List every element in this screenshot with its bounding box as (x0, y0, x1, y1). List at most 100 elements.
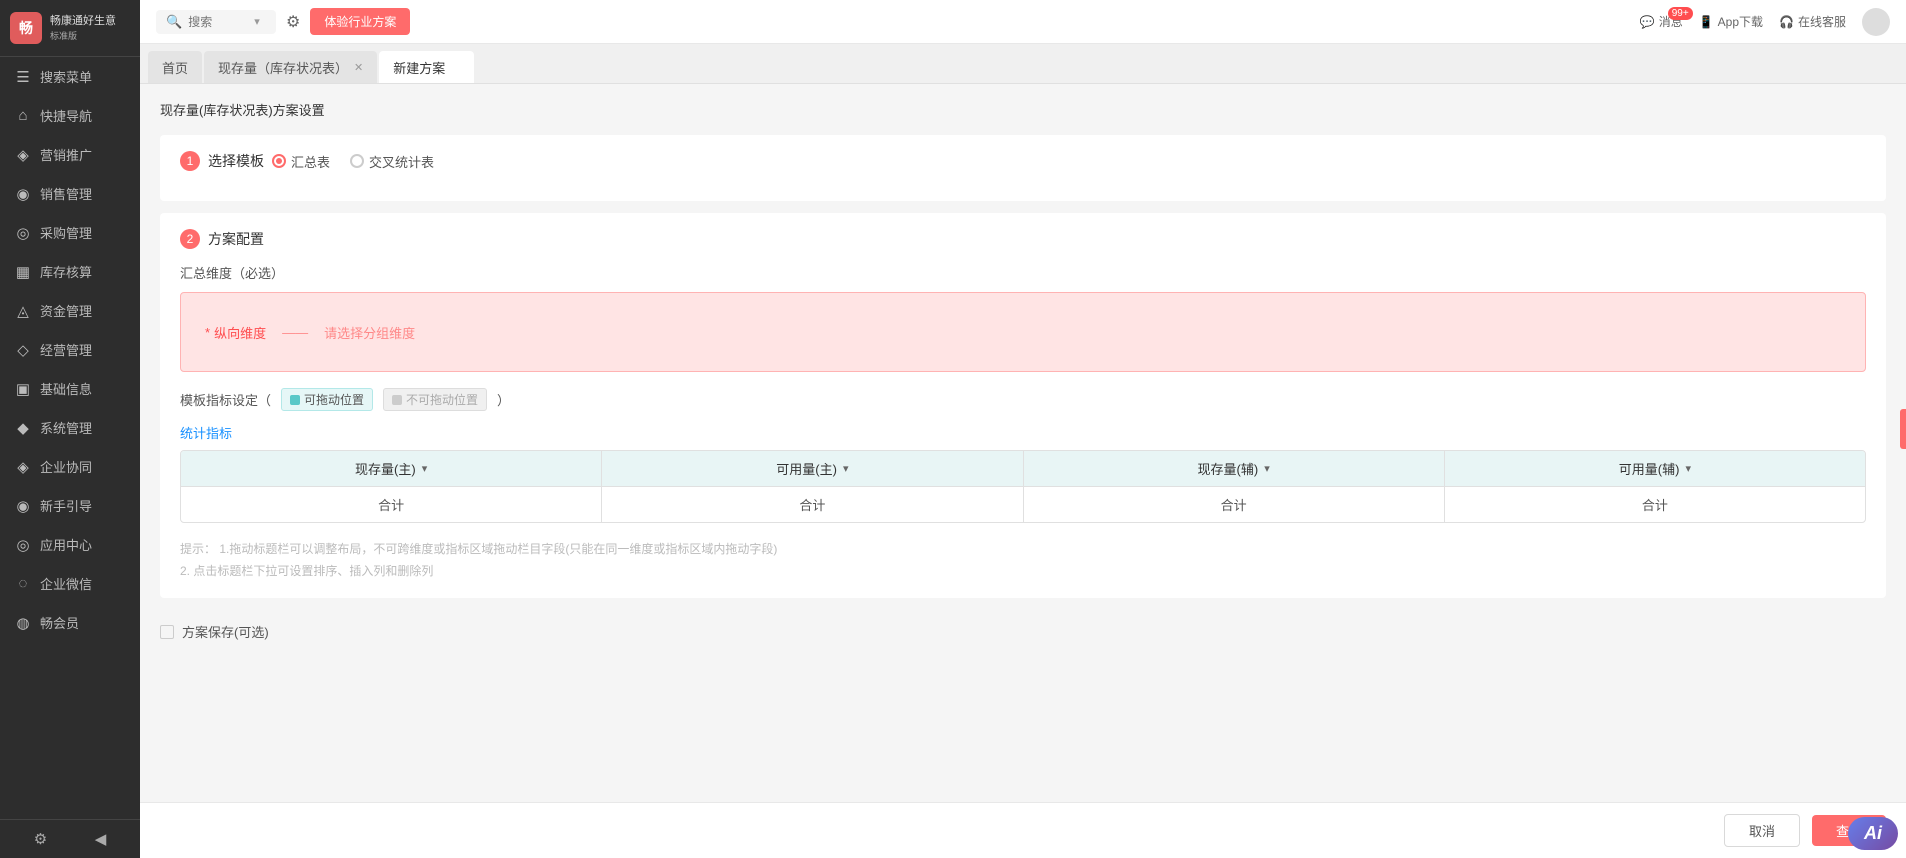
wechat-icon: ◌ (14, 575, 32, 592)
message-icon: 💬 (1640, 15, 1655, 29)
sidebar-item-member[interactable]: ◍ 畅会员 (0, 603, 140, 642)
sidebar-nav: ☰ 搜索菜单 ⌂ 快捷导航 ◈ 营销推广 ◉ 销售管理 ◎ 采购管理 ▦ 库存核… (0, 57, 140, 819)
sidebar-item-inventory[interactable]: ▦ 库存核算 (0, 252, 140, 291)
dimension-selector-area[interactable]: * 纵向维度 —— 请选择分组维度 (180, 292, 1866, 372)
stats-col-current-main[interactable]: 现存量(主) ▾ (181, 451, 602, 486)
drag-icon (290, 395, 300, 405)
step1-section: 1 选择模板 汇总表 交叉统计表 (160, 135, 1886, 201)
col0-dropdown-icon[interactable]: ▾ (422, 462, 428, 475)
sidebar-item-search[interactable]: ☰ 搜索菜单 (0, 57, 140, 96)
stats-data-row: 合计 合计 合计 合计 (181, 487, 1865, 522)
stats-data-col1: 合计 (602, 487, 1023, 522)
col1-dropdown-icon[interactable]: ▾ (843, 462, 849, 475)
col2-dropdown-icon[interactable]: ▾ (1264, 462, 1270, 475)
sidebar-item-purchase[interactable]: ◎ 采购管理 (0, 213, 140, 252)
sidebar-logo: 畅 畅康通好生意 标准版 (0, 0, 140, 57)
radio-cross[interactable]: 交叉统计表 (350, 152, 434, 171)
basic-icon: ▣ (14, 380, 32, 398)
search-dropdown-icon[interactable]: ▾ (254, 15, 260, 28)
template-radio-group: 汇总表 交叉统计表 (272, 152, 434, 171)
step2-badge: 2 (180, 229, 200, 249)
topbar-right: 💬 消息 99+ 📱 App下载 🎧 在线客服 (1640, 8, 1890, 36)
dimension-placeholder: 请选择分组维度 (324, 323, 415, 342)
stats-data-col3: 合计 (1445, 487, 1865, 522)
dimension-separator: —— (282, 325, 308, 340)
business-icon: ◇ (14, 341, 32, 359)
search-input[interactable] (188, 15, 248, 29)
topbar-search[interactable]: 🔍 ▾ (156, 10, 276, 34)
stats-col-available-aux[interactable]: 可用量(辅) ▾ (1445, 451, 1865, 486)
enterprise-icon: ◈ (14, 458, 32, 476)
step2-header: 2 方案配置 (180, 229, 1866, 249)
step2-title: 方案配置 (208, 229, 264, 249)
cancel-button[interactable]: 取消 (1724, 814, 1800, 847)
phone-icon: 📱 (1699, 15, 1714, 29)
finance-icon: ◬ (14, 302, 32, 320)
tab-home[interactable]: 首页 (148, 51, 202, 83)
settings-icon[interactable]: ⚙ (34, 830, 47, 848)
content-area: 现存量(库存状况表)方案设置 1 选择模板 汇总表 交叉统计表 (140, 84, 1906, 802)
appstore-icon: ◎ (14, 536, 32, 554)
stats-title: 统计指标 (180, 423, 1866, 442)
indicators-label: 模板指标设定（ 可拖动位置 不可拖动位置 ） (180, 388, 1866, 411)
sidebar-item-finance[interactable]: ◬ 资金管理 (0, 291, 140, 330)
col3-dropdown-icon[interactable]: ▾ (1685, 462, 1691, 475)
dimension-label: 汇总维度（必选） (180, 263, 1866, 282)
message-button[interactable]: 💬 消息 99+ (1640, 13, 1683, 30)
logo-text: 畅康通好生意 标准版 (50, 14, 116, 42)
guide-icon: ◉ (14, 497, 32, 515)
tab-bar: 首页 现存量（库存状况表） ✕ 新建方案 ✕ (140, 44, 1906, 84)
tab-new-close-icon[interactable]: ✕ (451, 61, 460, 74)
indicators-section: 模板指标设定（ 可拖动位置 不可拖动位置 ） (180, 388, 1866, 411)
trial-industry-button[interactable]: 体验行业方案 (310, 8, 410, 35)
home-icon: ⌂ (14, 107, 32, 124)
member-icon: ◍ (14, 614, 32, 632)
user-avatar[interactable] (1862, 8, 1890, 36)
non-draggable-tag: 不可拖动位置 (383, 388, 487, 411)
save-option-label: 方案保存(可选) (182, 622, 269, 641)
dimension-required-mark: * (205, 325, 210, 340)
app-download-button[interactable]: 📱 App下载 (1699, 13, 1763, 30)
footer: 取消 查询 (140, 802, 1906, 858)
sidebar-bottom: ⚙ ◀ (0, 819, 140, 858)
sidebar-item-guide[interactable]: ◉ 新手引导 (0, 486, 140, 525)
logo-icon: 畅 (10, 12, 42, 44)
tab-inventory-status[interactable]: 现存量（库存状况表） ✕ (204, 51, 377, 83)
online-service-button[interactable]: 🎧 在线客服 (1779, 13, 1846, 30)
step1-header: 1 选择模板 汇总表 交叉统计表 (180, 151, 1866, 171)
draggable-tag: 可拖动位置 (281, 388, 373, 411)
radio-cross-circle (350, 154, 364, 168)
sidebar-item-business[interactable]: ◇ 经营管理 (0, 330, 140, 369)
page-title: 现存量(库存状况表)方案设置 (160, 100, 1886, 119)
save-option-section: 方案保存(可选) (160, 610, 1886, 653)
collapse-icon[interactable]: ◀ (95, 830, 107, 848)
stats-section: 统计指标 现存量(主) ▾ 可用量(主) ▾ 现存量(辅) ▾ (180, 423, 1866, 523)
hints-section: 提示： 1.拖动标题栏可以调整布局，不可跨维度或指标区域拖动栏目字段(只能在同一… (180, 539, 1866, 582)
stats-header-row: 现存量(主) ▾ 可用量(主) ▾ 现存量(辅) ▾ 可用量(辅) (181, 451, 1865, 487)
main-area: 🔍 ▾ ⚙ 体验行业方案 💬 消息 99+ 📱 App下载 🎧 在线客服 (140, 0, 1906, 858)
sidebar-item-enterprise[interactable]: ◈ 企业协同 (0, 447, 140, 486)
stats-data-col2: 合计 (1024, 487, 1445, 522)
ai-badge[interactable]: Ai (1848, 817, 1898, 850)
sidebar-item-basic[interactable]: ▣ 基础信息 (0, 369, 140, 408)
sidebar: 畅 畅康通好生意 标准版 ☰ 搜索菜单 ⌂ 快捷导航 ◈ 营销推广 ◉ 销售管理… (0, 0, 140, 858)
stats-col-available-main[interactable]: 可用量(主) ▾ (602, 451, 1023, 486)
step2-section: 2 方案配置 汇总维度（必选） * 纵向维度 —— 请选择分组维度 模板指标设定… (160, 213, 1886, 598)
sidebar-item-wechat[interactable]: ◌ 企业微信 (0, 564, 140, 603)
stats-table: 现存量(主) ▾ 可用量(主) ▾ 现存量(辅) ▾ 可用量(辅) (180, 450, 1866, 523)
topbar-search-icon: 🔍 (166, 14, 182, 30)
step1-title: 选择模板 (208, 151, 264, 171)
radio-summary[interactable]: 汇总表 (272, 152, 330, 171)
sidebar-item-quicknav[interactable]: ⌂ 快捷导航 (0, 96, 140, 135)
save-checkbox[interactable] (160, 625, 174, 639)
tab-new-plan[interactable]: 新建方案 ✕ (379, 51, 474, 83)
stats-col-current-aux[interactable]: 现存量(辅) ▾ (1024, 451, 1445, 486)
sales-icon: ◉ (14, 185, 32, 203)
sidebar-item-marketing[interactable]: ◈ 营销推广 (0, 135, 140, 174)
radio-summary-circle (272, 154, 286, 168)
sidebar-item-appstore[interactable]: ◎ 应用中心 (0, 525, 140, 564)
sidebar-item-system[interactable]: ◆ 系统管理 (0, 408, 140, 447)
tab-inventory-close-icon[interactable]: ✕ (354, 61, 363, 74)
topbar-gear-icon[interactable]: ⚙ (286, 12, 300, 32)
sidebar-item-sales[interactable]: ◉ 销售管理 (0, 174, 140, 213)
